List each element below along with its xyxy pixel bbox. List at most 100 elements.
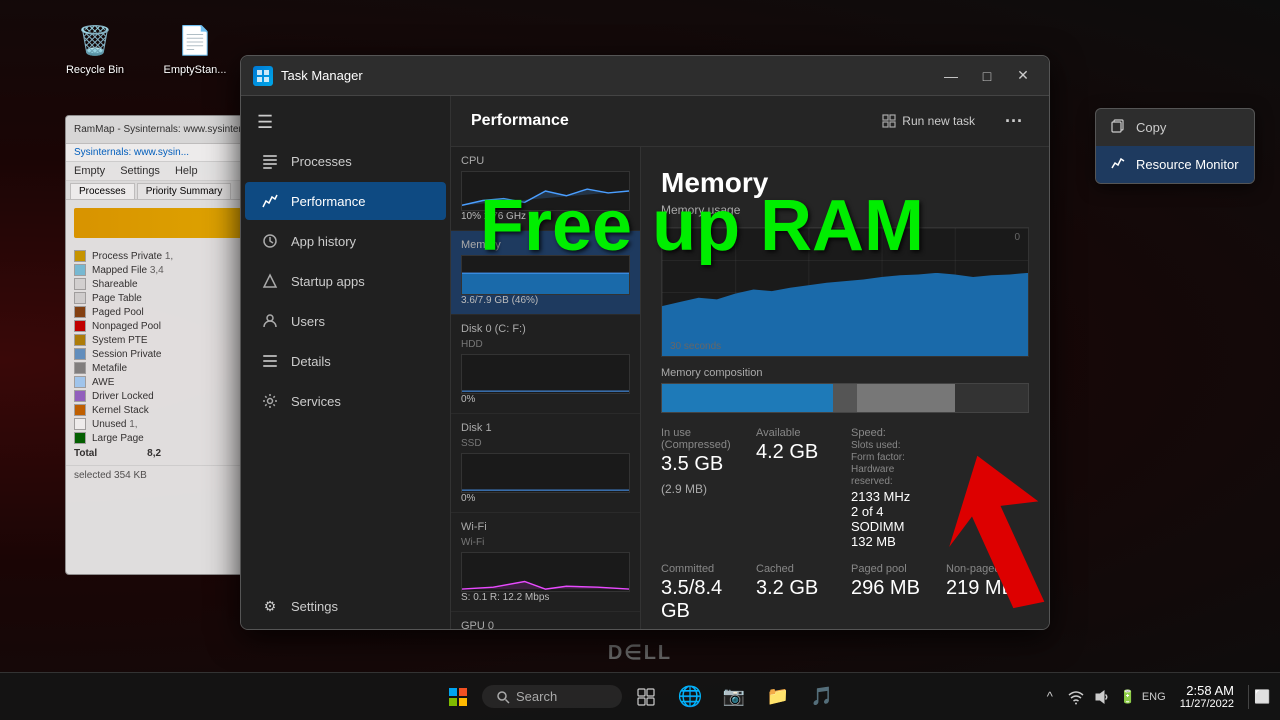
disk0-sublabel: HDD — [461, 339, 630, 350]
menu-help[interactable]: Help — [175, 165, 198, 177]
empty-stan-image: 📄 — [175, 20, 215, 60]
users-icon — [261, 312, 279, 330]
disk0-mini-graph — [461, 354, 630, 394]
disk0-label: Disk 0 (C: F:) — [461, 323, 630, 335]
app-history-icon — [261, 232, 279, 250]
memory-label: Memory — [461, 239, 630, 251]
processes-icon — [261, 152, 279, 170]
sidebar-item-services[interactable]: Services — [245, 382, 446, 420]
mem-stats-grid-1: In use (Compressed) 3.5 GB (2.9 MB) Avai… — [661, 427, 1029, 549]
services-label: Services — [291, 394, 341, 409]
startup-label: Startup apps — [291, 274, 365, 289]
settings-item[interactable]: ⚙ Settings — [245, 587, 446, 625]
spotify-button[interactable]: 🎵 — [802, 677, 842, 717]
taskbar-right: ^ 🔋 ENG 2:58 AM 11/27/2022 — [1038, 679, 1280, 714]
services-icon — [261, 392, 279, 410]
recycle-bin-icon[interactable]: 🗑️ Recycle Bin — [60, 20, 130, 76]
sidebar-item-details[interactable]: Details — [245, 342, 446, 380]
cpu-mini-graph — [461, 171, 630, 211]
ctx-resource-monitor[interactable]: Resource Monitor — [1096, 146, 1254, 183]
section-title: Performance — [471, 112, 569, 130]
disk1-sublabel: SSD — [461, 438, 630, 449]
mem-stats-grid-2: Committed 3.5/8.4 GB Cached 3.2 GB Paged… — [661, 563, 1029, 623]
tm-perf-list: CPU 10% 1.76 GHz Memory — [451, 147, 641, 629]
disk1-label: Disk 1 — [461, 422, 630, 434]
minimize-button[interactable]: — — [937, 62, 965, 90]
tm-window-controls: — □ ✕ — [937, 62, 1037, 90]
speed-label: Speed: Slots used: Form factor: Hardware… — [851, 427, 934, 487]
processes-label: Processes — [291, 154, 352, 169]
disk0-value: 0% — [461, 394, 630, 405]
sidebar-item-users[interactable]: Users — [245, 302, 446, 340]
perf-item-gpu0[interactable]: GPU 0 Intel(R) HD Graphi... 1% — [451, 612, 640, 629]
desktop-icons: 🗑️ Recycle Bin 📄 EmptyStan... — [60, 20, 230, 76]
tm-header-actions: Run new task ··· — [870, 106, 1029, 136]
nonpaged-pool-value: 219 MB — [946, 577, 1029, 600]
taskview-button[interactable] — [626, 677, 666, 717]
hamburger-button[interactable]: ☰ — [241, 104, 450, 141]
in-use-value: 3.5 GB (2.9 MB) — [661, 453, 744, 499]
empty-stan-icon[interactable]: 📄 EmptyStan... — [160, 20, 230, 76]
start-button[interactable] — [438, 677, 478, 717]
stat-nonpaged-pool: Non-paged pool 219 MB — [946, 563, 1029, 623]
tab-priority[interactable]: Priority Summary — [137, 183, 232, 199]
mem-in-use-bar — [662, 384, 833, 412]
language-icon[interactable]: ENG — [1142, 685, 1166, 709]
memory-graph-area: 30 seconds 0 — [661, 227, 1029, 357]
committed-label: Committed — [661, 563, 744, 575]
sidebar-item-startup[interactable]: Startup apps — [245, 262, 446, 300]
performance-label: Performance — [291, 194, 365, 209]
perf-item-wifi[interactable]: Wi-Fi Wi-Fi S: 0.1 R: 12.2 Mbps — [451, 513, 640, 612]
perf-item-disk0[interactable]: Disk 0 (C: F:) HDD 0% — [451, 315, 640, 414]
show-desktop-button[interactable]: ⬜ — [1248, 685, 1272, 709]
taskbar: Search 🌐 📷 📁 🎵 ^ — [0, 672, 1280, 720]
sidebar-item-app-history[interactable]: App history — [245, 222, 446, 260]
cached-value: 3.2 GB — [756, 577, 839, 600]
cpu-value: 10% 1.76 GHz — [461, 211, 630, 222]
more-options-button[interactable]: ··· — [999, 106, 1029, 136]
composition-label: Memory composition — [661, 367, 1029, 379]
show-hidden-icons[interactable]: ^ — [1038, 685, 1062, 709]
sidebar-item-processes[interactable]: Processes — [245, 142, 446, 180]
speed-value: 2133 MHz 2 of 4 SODIMM 132 MB — [851, 489, 934, 549]
stat-speed: Speed: Slots used: Form factor: Hardware… — [851, 427, 934, 549]
search-label: Search — [516, 689, 557, 704]
in-use-label: In use (Compressed) — [661, 427, 744, 451]
stat-empty — [946, 427, 1029, 549]
close-button[interactable]: ✕ — [1009, 62, 1037, 90]
taskbar-center: Search 🌐 📷 📁 🎵 — [438, 677, 842, 717]
maximize-button[interactable]: □ — [973, 62, 1001, 90]
tm-perf-area: CPU 10% 1.76 GHz Memory — [451, 147, 1049, 629]
tm-content: Performance Run new task ··· — [451, 96, 1049, 629]
wifi-value: S: 0.1 R: 12.2 Mbps — [461, 592, 630, 603]
tm-title-icon — [253, 66, 273, 86]
photos-button[interactable]: 📷 — [714, 677, 754, 717]
perf-item-cpu[interactable]: CPU 10% 1.76 GHz — [451, 147, 640, 231]
battery-icon[interactable]: 🔋 — [1116, 685, 1140, 709]
wifi-label: Wi-Fi — [461, 521, 630, 533]
volume-icon[interactable] — [1090, 685, 1114, 709]
perf-item-memory[interactable]: Memory 3.6/7.9 GB (46%) — [451, 231, 640, 315]
system-clock[interactable]: 2:58 AM 11/27/2022 — [1172, 679, 1242, 714]
wifi-icon[interactable] — [1064, 685, 1088, 709]
perf-item-disk1[interactable]: Disk 1 SSD 0% — [451, 414, 640, 513]
menu-empty[interactable]: Empty — [74, 165, 105, 177]
settings-icon: ⚙ — [261, 597, 279, 615]
run-new-task-button[interactable]: Run new task — [870, 108, 987, 134]
sidebar-item-performance[interactable]: Performance — [245, 182, 446, 220]
edge-button[interactable]: 🌐 — [670, 677, 710, 717]
tm-titlebar: Task Manager — □ ✕ — [241, 56, 1049, 96]
graph-right-label: 0 — [1014, 232, 1020, 243]
explorer-button[interactable]: 📁 — [758, 677, 798, 717]
ctx-copy[interactable]: Copy — [1096, 109, 1254, 146]
tab-processes[interactable]: Processes — [70, 183, 135, 199]
clock-time: 2:58 AM — [1180, 683, 1234, 698]
dell-logo: D∈LL — [608, 640, 672, 665]
empty-stan-label: EmptyStan... — [164, 64, 227, 76]
nonpaged-pool-label: Non-paged pool — [946, 563, 1029, 575]
wifi-mini-graph — [461, 552, 630, 592]
menu-settings[interactable]: Settings — [120, 165, 160, 177]
recycle-bin-label: Recycle Bin — [66, 64, 124, 76]
tm-sidebar: ☰ Processes Performance — [241, 96, 451, 629]
search-bar[interactable]: Search — [482, 685, 622, 708]
